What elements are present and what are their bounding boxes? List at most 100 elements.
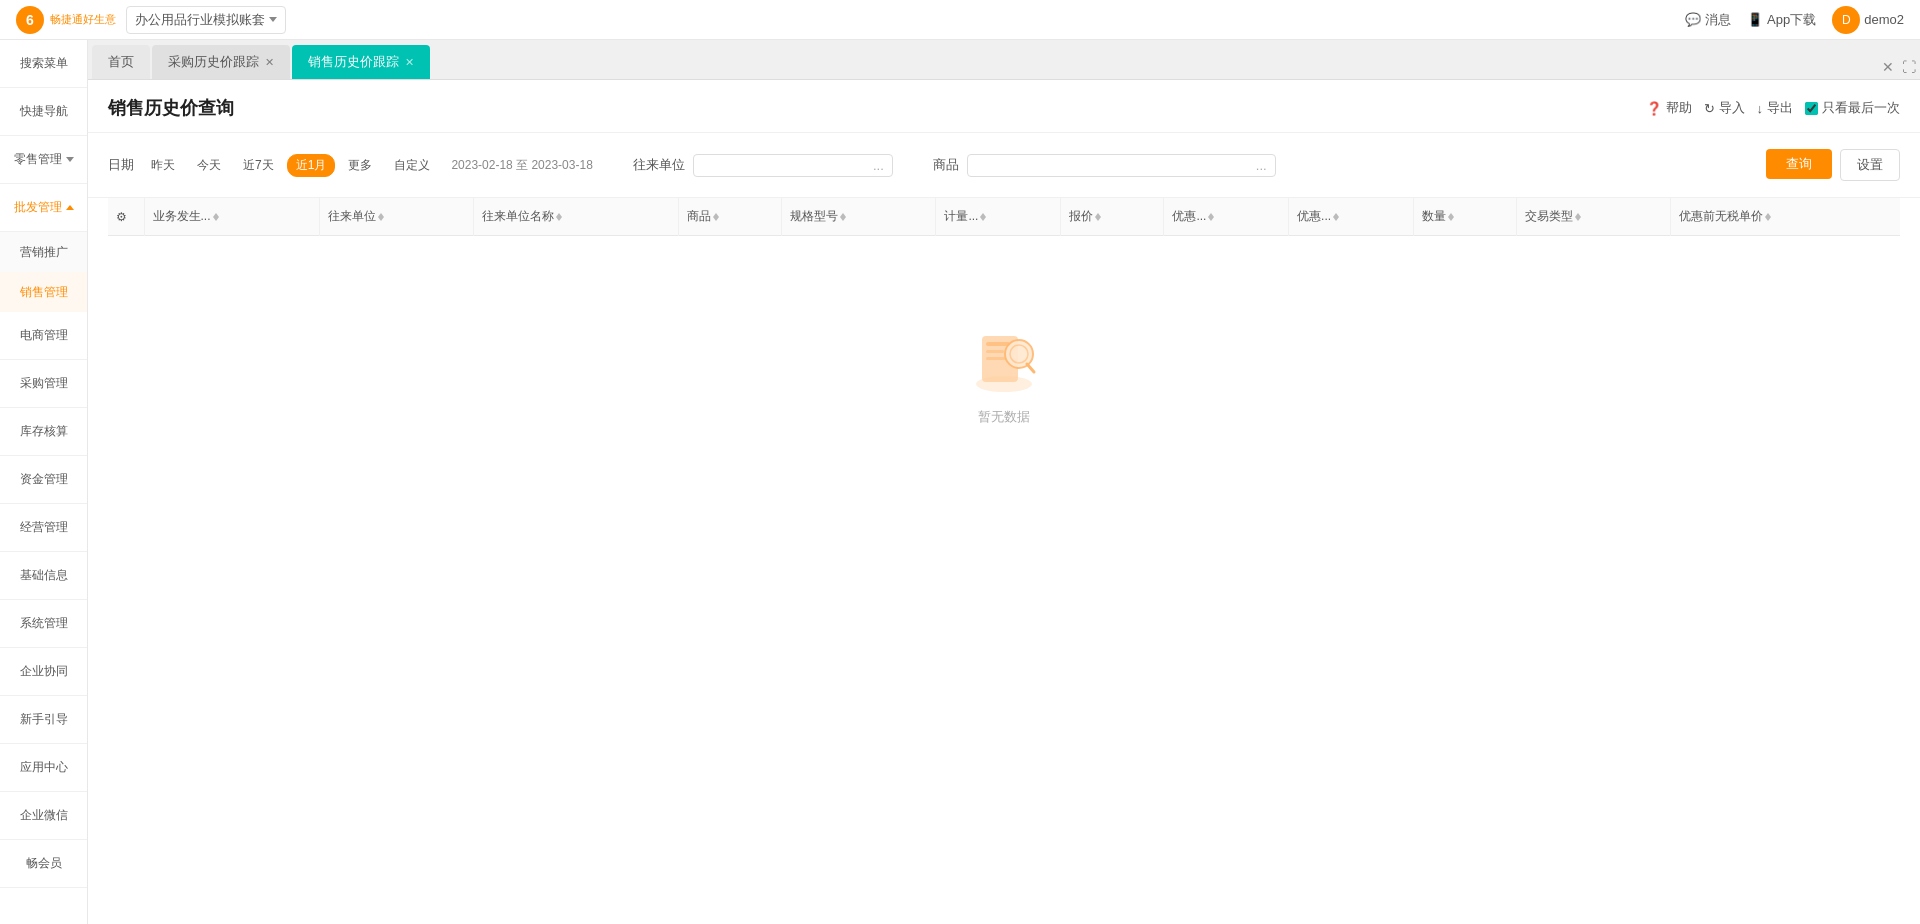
sidebar-item-ecommerce[interactable]: 电商管理 (0, 312, 87, 360)
sidebar-item-shortcut[interactable]: 快捷导航 (0, 88, 87, 136)
logo-area: 6 畅捷通好生意 (16, 6, 116, 34)
chevron-down-icon (66, 157, 74, 162)
table-area: ⚙ 业务发生... 往来单位 (88, 198, 1920, 506)
col-price[interactable]: 报价 (1060, 198, 1163, 236)
filter-buttons: 查询 设置 (1766, 149, 1900, 181)
export-icon: ↓ (1757, 101, 1764, 116)
table-header-row: ⚙ 业务发生... 往来单位 (108, 198, 1900, 236)
empty-illustration (964, 316, 1044, 396)
sidebar-item-newbie[interactable]: 新手引导 (0, 696, 87, 744)
empty-state: 暂无数据 (108, 236, 1900, 506)
sidebar-item-wholesale[interactable]: 批发管理 (0, 184, 87, 232)
sidebar-label-retail: 零售管理 (14, 152, 62, 168)
help-icon: ❓ (1646, 101, 1662, 116)
company-selector[interactable]: 办公用品行业模拟账套 (126, 6, 286, 34)
gear-icon[interactable]: ⚙ (116, 210, 127, 224)
sidebar-item-system[interactable]: 系统管理 (0, 600, 87, 648)
sidebar-item-marketing[interactable]: 营销推广 (0, 232, 87, 272)
svg-rect-4 (986, 357, 1006, 360)
product-dots-icon[interactable]: ... (1256, 158, 1267, 173)
date-btn-last1month[interactable]: 近1月 (287, 154, 336, 177)
col-trade-type[interactable]: 交易类型 (1517, 198, 1671, 236)
sidebar-item-basic[interactable]: 基础信息 (0, 552, 87, 600)
header-right: 💬 消息 📱 App下载 D demo2 (1685, 6, 1904, 34)
col-qty[interactable]: 数量 (1413, 198, 1516, 236)
tab-home-label: 首页 (108, 53, 134, 71)
sidebar-label-enterprise: 企业协同 (20, 664, 68, 680)
sidebar-item-finance[interactable]: 资金管理 (0, 456, 87, 504)
query-button[interactable]: 查询 (1766, 149, 1832, 179)
partner-input[interactable] (702, 158, 873, 173)
sidebar-item-inventory[interactable]: 库存核算 (0, 408, 87, 456)
col-discount2[interactable]: 优惠... (1289, 198, 1414, 236)
col-discount1[interactable]: 优惠... (1164, 198, 1289, 236)
partner-label: 往来单位 (633, 156, 685, 174)
product-filter-group: 商品 ... (933, 154, 1276, 177)
tab-purchase-track[interactable]: 采购历史价跟踪 ✕ (152, 45, 290, 79)
settings-button[interactable]: 设置 (1840, 149, 1900, 181)
col-settings[interactable]: ⚙ (108, 198, 144, 236)
main-layout: 搜索菜单 快捷导航 零售管理 批发管理 营销推广 销售管理 电商管理 采购管理 … (0, 40, 1920, 924)
sidebar-label-operations: 经营管理 (20, 520, 68, 536)
col-partner-name[interactable]: 往来单位名称 (473, 198, 678, 236)
col-unit[interactable]: 计量... (936, 198, 1061, 236)
content-area: 首页 采购历史价跟踪 ✕ 销售历史价跟踪 ✕ ✕ ⛶ 销售历史价查询 (88, 40, 1920, 924)
help-button[interactable]: ❓ 帮助 (1646, 99, 1692, 117)
col-spec[interactable]: 规格型号 (782, 198, 936, 236)
filter-row: 日期 昨天 今天 近7天 近1月 更多 自定义 2023-02-18 至 202… (108, 149, 1900, 181)
col-pretax-price[interactable]: 优惠前无税单价 (1671, 198, 1900, 236)
product-input-wrap[interactable]: ... (967, 154, 1276, 177)
sidebar-item-search[interactable]: 搜索菜单 (0, 40, 87, 88)
sidebar-item-appstore[interactable]: 应用中心 (0, 744, 87, 792)
page-title: 销售历史价查询 (108, 96, 234, 120)
import-button[interactable]: ↻ 导入 (1704, 99, 1745, 117)
user-action[interactable]: D demo2 (1832, 6, 1904, 34)
company-name: 办公用品行业模拟账套 (135, 11, 265, 29)
partner-input-wrap[interactable]: ... (693, 154, 893, 177)
tab-sales-track[interactable]: 销售历史价跟踪 ✕ (292, 45, 430, 79)
sidebar-item-purchase[interactable]: 采购管理 (0, 360, 87, 408)
only-last-checkbox-wrap[interactable]: 只看最后一次 (1805, 99, 1900, 117)
sidebar: 搜索菜单 快捷导航 零售管理 批发管理 营销推广 销售管理 电商管理 采购管理 … (0, 40, 88, 924)
date-btn-custom[interactable]: 自定义 (385, 154, 439, 177)
filter-area: 日期 昨天 今天 近7天 近1月 更多 自定义 2023-02-18 至 202… (88, 133, 1920, 198)
product-input[interactable] (976, 158, 1256, 173)
sidebar-item-vip[interactable]: 畅会员 (0, 840, 87, 888)
date-btn-last7[interactable]: 近7天 (234, 154, 283, 177)
partner-dots-icon[interactable]: ... (873, 158, 884, 173)
download-icon: 📱 (1747, 12, 1763, 27)
close-tab-icon[interactable]: ✕ (1882, 59, 1894, 75)
date-btn-today[interactable]: 今天 (188, 154, 230, 177)
sidebar-item-operations[interactable]: 经营管理 (0, 504, 87, 552)
import-icon: ↻ (1704, 101, 1715, 116)
app-download-action[interactable]: 📱 App下载 (1747, 11, 1816, 29)
tab-purchase-close-icon[interactable]: ✕ (265, 56, 274, 69)
col-biz-date[interactable]: 业务发生... (144, 198, 319, 236)
date-buttons: 昨天 今天 近7天 近1月 更多 自定义 (142, 154, 439, 177)
date-btn-yesterday[interactable]: 昨天 (142, 154, 184, 177)
col-product[interactable]: 商品 (678, 198, 781, 236)
col-partner-code[interactable]: 往来单位 (319, 198, 473, 236)
tab-sales-close-icon[interactable]: ✕ (405, 56, 414, 69)
sidebar-item-sales[interactable]: 销售管理 (0, 272, 87, 312)
only-last-checkbox[interactable] (1805, 102, 1818, 115)
only-last-label: 只看最后一次 (1822, 99, 1900, 117)
export-button[interactable]: ↓ 导出 (1757, 99, 1794, 117)
date-label: 日期 (108, 156, 134, 174)
sidebar-label-wholesale: 批发管理 (14, 200, 62, 216)
sidebar-label-sales: 销售管理 (20, 284, 68, 301)
top-header: 6 畅捷通好生意 办公用品行业模拟账套 💬 消息 📱 App下载 D demo2 (0, 0, 1920, 40)
tabs-bar-right: ✕ ⛶ (1882, 59, 1916, 79)
avatar: D (1832, 6, 1860, 34)
date-range-text: 2023-02-18 至 2023-03-18 (451, 157, 592, 174)
logo-icon: 6 (16, 6, 44, 34)
date-btn-more[interactable]: 更多 (339, 154, 381, 177)
sidebar-item-retail[interactable]: 零售管理 (0, 136, 87, 184)
sidebar-item-enterprise[interactable]: 企业协同 (0, 648, 87, 696)
chevron-down-icon (269, 17, 277, 22)
message-action[interactable]: 💬 消息 (1685, 11, 1731, 29)
sidebar-item-wechat[interactable]: 企业微信 (0, 792, 87, 840)
maximize-icon[interactable]: ⛶ (1902, 59, 1916, 75)
tab-home[interactable]: 首页 (92, 45, 150, 79)
svg-rect-3 (986, 350, 1004, 353)
